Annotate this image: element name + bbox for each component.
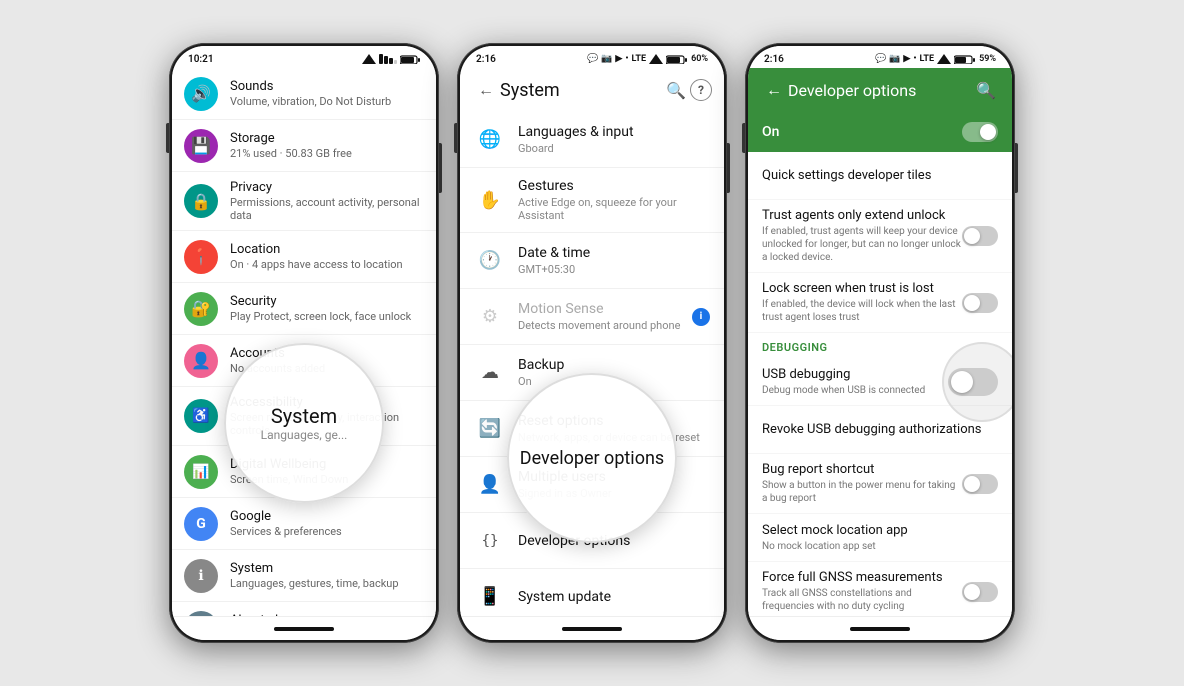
settings-item-about[interactable]: 📱 About phone Pixel 4 XL bbox=[172, 602, 436, 616]
status-time-1: 10:21 bbox=[188, 54, 214, 65]
settings-item-google[interactable]: G Google Services & preferences bbox=[172, 498, 436, 550]
phone-3: 2:16 💬 📷 ▶ • LTE 59% ← Developer options… bbox=[745, 43, 1015, 643]
circle-subtext-1: Languages, ge... bbox=[261, 428, 348, 442]
phone-2: 2:16 💬 📷 ▶ • LTE 60% ← System 🔍 ? bbox=[457, 43, 727, 643]
reset-icon: 🔄 bbox=[474, 418, 506, 439]
privacy-icon: 🔒 bbox=[184, 184, 218, 218]
usb-debugging-toggle[interactable] bbox=[948, 368, 998, 396]
nav-pill-2 bbox=[562, 627, 622, 631]
search-button-2[interactable]: 🔍 bbox=[662, 76, 690, 104]
status-time-2: 2:16 bbox=[476, 54, 496, 65]
help-button-2[interactable]: ? bbox=[690, 79, 712, 101]
accounts-icon: 👤 bbox=[184, 344, 218, 378]
bug-report-toggle[interactable] bbox=[962, 474, 998, 494]
nav-bar-2 bbox=[460, 616, 724, 640]
storage-icon: 💾 bbox=[184, 129, 218, 163]
dev-item-lock-screen[interactable]: Lock screen when trust is lost If enable… bbox=[748, 273, 1012, 333]
back-button-3[interactable]: ← bbox=[760, 76, 788, 104]
master-toggle[interactable] bbox=[962, 122, 998, 142]
settings-item-location[interactable]: 📍 Location On · 4 apps have access to lo… bbox=[172, 231, 436, 283]
digital-wellbeing-icon: 📊 bbox=[184, 455, 218, 489]
circle-text-1: System bbox=[261, 404, 348, 428]
status-icons-3: 💬 📷 ▶ • LTE 59% bbox=[875, 54, 996, 64]
gestures-icon: ✋ bbox=[474, 190, 506, 211]
languages-icon: 🌐 bbox=[474, 129, 506, 150]
back-button-2[interactable]: ← bbox=[472, 76, 500, 104]
app-title-2: System bbox=[500, 80, 662, 101]
status-time-3: 2:16 bbox=[764, 54, 784, 65]
dev-item-revoke-usb[interactable]: Revoke USB debugging authorizations bbox=[748, 406, 1012, 454]
status-bar-1: 10:21 bbox=[172, 46, 436, 68]
debugging-section-header: DEBUGGING bbox=[748, 333, 1012, 358]
circle-text-2: Developer options bbox=[520, 448, 664, 469]
settings-item-privacy[interactable]: 🔒 Privacy Permissions, account activity,… bbox=[172, 172, 436, 231]
dev-item-mock-location[interactable]: Select mock location app No mock locatio… bbox=[748, 514, 1012, 562]
sounds-icon: 🔊 bbox=[184, 77, 218, 111]
system-item-motion[interactable]: ⚙ Motion Sense Detects movement around p… bbox=[460, 289, 724, 345]
search-button-3[interactable]: 🔍 bbox=[972, 76, 1000, 104]
system-item-gestures[interactable]: ✋ Gestures Active Edge on, squeeze for y… bbox=[460, 168, 724, 233]
datetime-icon: 🕐 bbox=[474, 250, 506, 271]
backup-icon: ☁ bbox=[474, 362, 506, 383]
dev-item-trust-agents[interactable]: Trust agents only extend unlock If enabl… bbox=[748, 200, 1012, 273]
nav-bar-1 bbox=[172, 616, 436, 640]
status-icons-1 bbox=[362, 54, 420, 64]
phone-1: 10:21 🔊 Sounds Volume, vibration, Do Not… bbox=[169, 43, 439, 643]
settings-list-1: 🔊 Sounds Volume, vibration, Do Not Distu… bbox=[172, 68, 436, 616]
lock-screen-toggle[interactable] bbox=[962, 293, 998, 313]
users-icon: 👤 bbox=[474, 474, 506, 495]
settings-item-sounds[interactable]: 🔊 Sounds Volume, vibration, Do Not Distu… bbox=[172, 68, 436, 120]
status-bar-2: 2:16 💬 📷 ▶ • LTE 60% bbox=[460, 46, 724, 68]
system-icon: ℹ bbox=[184, 559, 218, 593]
dev-item-bug-report[interactable]: Bug report shortcut Show a button in the… bbox=[748, 454, 1012, 514]
app-bar-2: ← System 🔍 ? bbox=[460, 68, 724, 112]
security-icon: 🔐 bbox=[184, 292, 218, 326]
gnss-toggle[interactable] bbox=[962, 582, 998, 602]
settings-item-system[interactable]: ℹ System Languages, gestures, time, back… bbox=[172, 550, 436, 602]
dev-item-gnss[interactable]: Force full GNSS measurements Track all G… bbox=[748, 562, 1012, 616]
sounds-text: Sounds Volume, vibration, Do Not Disturb bbox=[230, 79, 424, 108]
update-icon: 📱 bbox=[474, 586, 506, 607]
nav-bar-3 bbox=[748, 616, 1012, 640]
trust-agents-toggle[interactable] bbox=[962, 226, 998, 246]
nav-pill-3 bbox=[850, 627, 910, 631]
motion-badge: i bbox=[692, 308, 710, 326]
developer-icon: {} bbox=[474, 533, 506, 549]
system-item-languages[interactable]: 🌐 Languages & input Gboard bbox=[460, 112, 724, 168]
circle-overlay-1: System Languages, ge... bbox=[224, 343, 384, 503]
status-icons-2: 💬 📷 ▶ • LTE 60% bbox=[587, 54, 708, 64]
accessibility-icon: ♿ bbox=[184, 399, 218, 433]
app-title-3: Developer options bbox=[788, 81, 972, 100]
dev-item-quick-settings[interactable]: Quick settings developer tiles bbox=[748, 152, 1012, 200]
on-toggle-bar: On bbox=[748, 112, 1012, 152]
system-item-datetime[interactable]: 🕐 Date & time GMT+05:30 bbox=[460, 233, 724, 289]
on-toggle-label: On bbox=[762, 124, 962, 140]
status-bar-3: 2:16 💬 📷 ▶ • LTE 59% bbox=[748, 46, 1012, 68]
system-item-update[interactable]: 📱 System update bbox=[460, 569, 724, 616]
location-icon: 📍 bbox=[184, 240, 218, 274]
dev-item-usb-debugging[interactable]: USB debugging Debug mode when USB is con… bbox=[748, 358, 1012, 406]
nav-pill-1 bbox=[274, 627, 334, 631]
google-icon: G bbox=[184, 507, 218, 541]
app-bar-3: ← Developer options 🔍 bbox=[748, 68, 1012, 112]
dev-options-list: Quick settings developer tiles Trust age… bbox=[748, 152, 1012, 616]
settings-item-storage[interactable]: 💾 Storage 21% used · 50.83 GB free bbox=[172, 120, 436, 172]
circle-overlay-2: Developer options bbox=[507, 373, 677, 543]
motion-icon: ⚙ bbox=[474, 306, 506, 327]
settings-item-security[interactable]: 🔐 Security Play Protect, screen lock, fa… bbox=[172, 283, 436, 335]
